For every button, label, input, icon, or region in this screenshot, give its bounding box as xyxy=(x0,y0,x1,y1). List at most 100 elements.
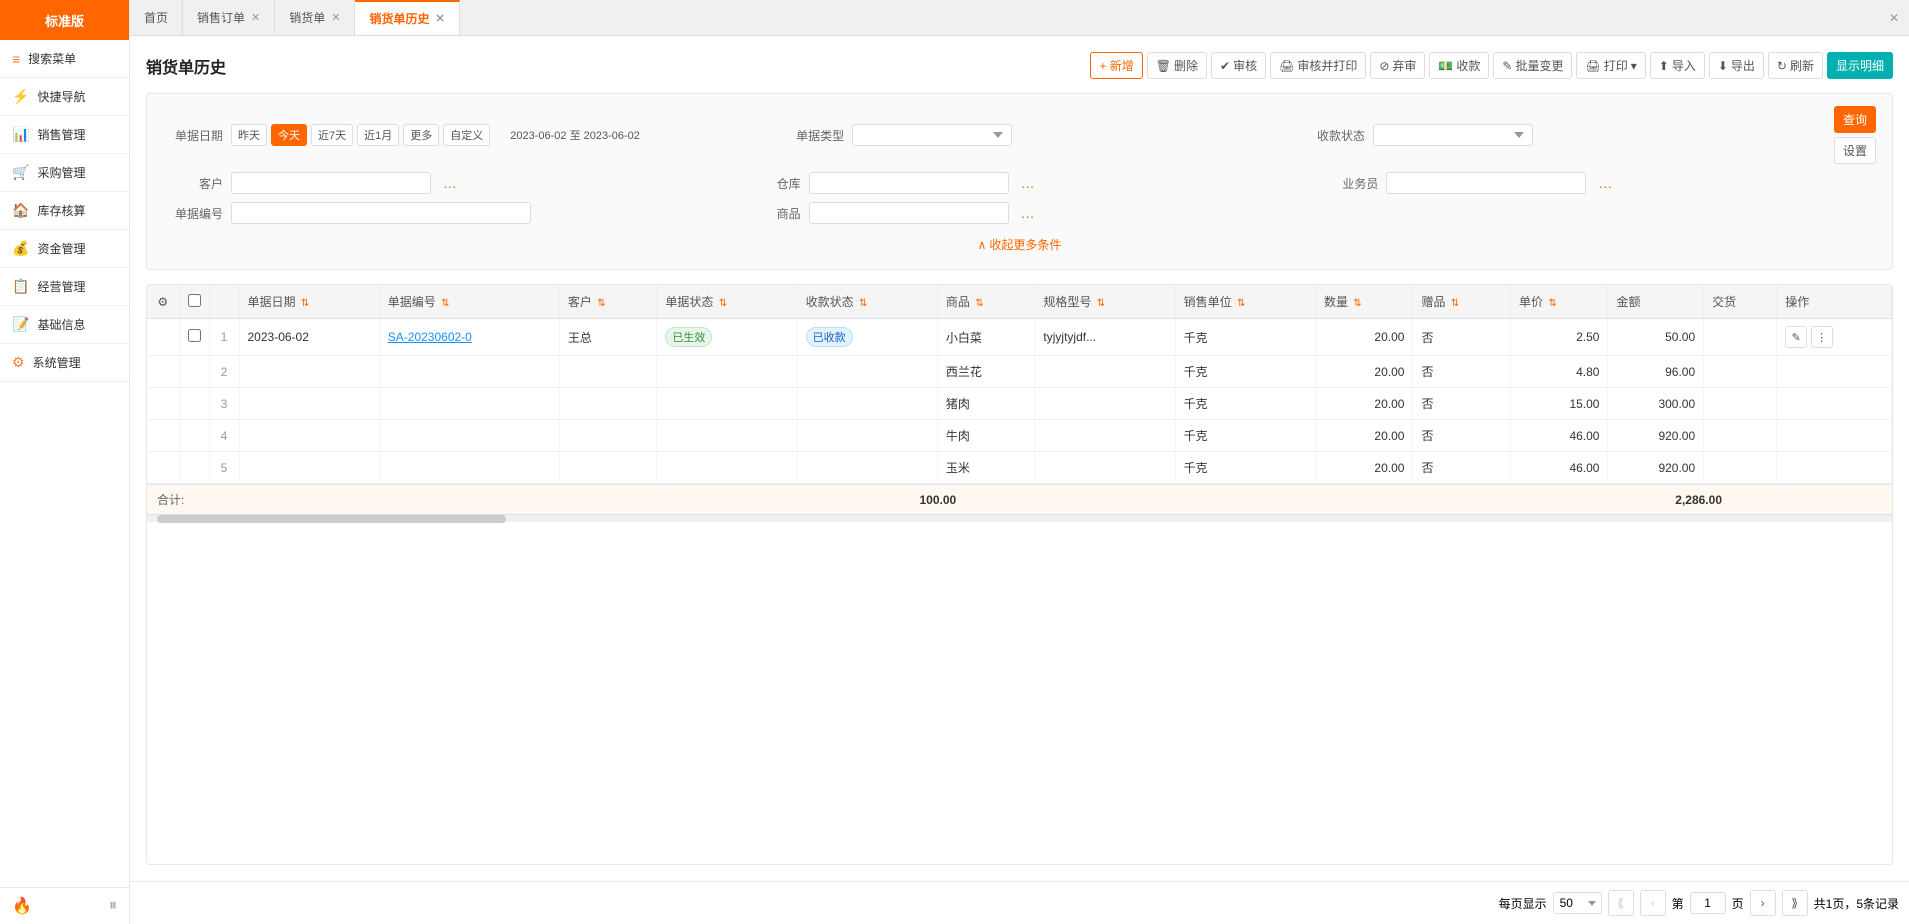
td-check[interactable] xyxy=(179,420,209,452)
shortcut-yesterday[interactable]: 昨天 xyxy=(231,124,267,146)
th-doc-no[interactable]: 单据编号 ⇅ xyxy=(379,285,559,319)
th-quantity[interactable]: 数量 ⇅ xyxy=(1315,285,1413,319)
sidebar-item-quick-nav[interactable]: ⚡ 快捷导航 xyxy=(0,78,129,116)
td-check[interactable] xyxy=(179,388,209,420)
filter-collect-status-select[interactable] xyxy=(1373,124,1533,146)
collect-button[interactable]: 💵 收款 xyxy=(1429,52,1489,79)
per-page-select[interactable]: 50 20 100 xyxy=(1553,892,1602,914)
goods-dots-icon[interactable]: … xyxy=(1021,205,1035,221)
audit-print-button[interactable]: 🖨 审核并打印 xyxy=(1270,52,1366,79)
shortcut-7days[interactable]: 近7天 xyxy=(311,124,353,146)
tab-bar-end[interactable]: ✕ xyxy=(1879,11,1909,25)
filter-warehouse-input[interactable] xyxy=(809,172,1009,194)
tab-close-icon[interactable]: ✕ xyxy=(331,11,340,24)
shortcut-custom[interactable]: 自定义 xyxy=(443,124,490,146)
row-checkbox[interactable] xyxy=(188,329,201,342)
th-check[interactable] xyxy=(179,285,209,319)
th-unit-price[interactable]: 单价 ⇅ xyxy=(1510,285,1608,319)
sidebar-collapse-icon[interactable]: 🔥 xyxy=(12,896,32,916)
filter-row-2: 客户 … 仓库 … 业务员 … xyxy=(163,172,1876,194)
batch-change-button[interactable]: ✎ 批量变更 xyxy=(1493,52,1572,79)
table-row: 1 2023-06-02 SA-20230602-0 王总 已生效 已收款 小白… xyxy=(147,319,1892,356)
filter-salesperson-input[interactable] xyxy=(1386,172,1586,194)
td-doc-status xyxy=(657,356,797,388)
tab-sales-goods[interactable]: 销货单 ✕ xyxy=(275,0,355,35)
sidebar-item-finance-mgmt[interactable]: 💰 资金管理 xyxy=(0,230,129,268)
sidebar-item-inventory[interactable]: 🏠 库存核算 xyxy=(0,192,129,230)
footer-total-amount: 2,286.00 xyxy=(1602,493,1722,507)
delete-button[interactable]: 🗑 删除 xyxy=(1147,52,1207,79)
th-doc-status[interactable]: 单据状态 ⇅ xyxy=(657,285,797,319)
sidebar-item-ops-mgmt[interactable]: 📋 经营管理 xyxy=(0,268,129,306)
import-button[interactable]: ⬆ 导入 xyxy=(1650,52,1705,79)
th-doc-date[interactable]: 单据日期 ⇅ xyxy=(239,285,379,319)
action-more-icon[interactable]: ⋮ xyxy=(1811,326,1833,348)
td-doc-no[interactable]: SA-20230602-0 xyxy=(379,319,559,356)
td-check[interactable] xyxy=(179,356,209,388)
filter-customer-item: 客户 … xyxy=(163,172,721,194)
query-button[interactable]: 查询 xyxy=(1834,106,1876,133)
td-doc-no[interactable] xyxy=(379,420,559,452)
filter-doc-type-select[interactable] xyxy=(852,124,1012,146)
collapse-filter-button[interactable]: ∧ 收起更多条件 xyxy=(163,232,1876,257)
page-prev-button[interactable]: ‹ xyxy=(1640,890,1666,916)
sidebar-item-sales-mgmt[interactable]: 📊 销售管理 xyxy=(0,116,129,154)
audit-button[interactable]: ✔ 审核 xyxy=(1211,52,1266,79)
sidebar-item-sys-mgmt[interactable]: ⚙ 系统管理 xyxy=(0,344,129,382)
tab-sales-history[interactable]: 销货单历史 ✕ xyxy=(355,0,459,35)
sidebar-item-search-menu[interactable]: ≡ 搜索菜单 xyxy=(0,40,129,78)
filter-goods-input[interactable] xyxy=(809,202,1009,224)
export-button[interactable]: ⬇ 导出 xyxy=(1709,52,1764,79)
sidebar-pause-icon[interactable]: ⏸ xyxy=(109,897,117,915)
page-first-button[interactable]: ⟪ xyxy=(1608,890,1634,916)
display-detail-button[interactable]: 显示明细 xyxy=(1827,52,1893,79)
tab-home[interactable]: 首页 xyxy=(130,0,183,35)
warehouse-dots-icon[interactable]: … xyxy=(1021,175,1035,191)
tab-sales-order[interactable]: 销售订单 ✕ xyxy=(183,0,275,35)
filter-docno-input[interactable] xyxy=(231,202,531,224)
th-settings[interactable]: ⚙ xyxy=(147,285,179,319)
salesperson-dots-icon[interactable]: … xyxy=(1598,175,1612,191)
td-customer: 王总 xyxy=(559,319,657,356)
tab-close-icon[interactable]: ✕ xyxy=(436,12,445,25)
page-last-button[interactable]: ⟫ xyxy=(1782,890,1808,916)
page-next-button[interactable]: › xyxy=(1750,890,1776,916)
td-doc-no[interactable] xyxy=(379,452,559,484)
settings-button[interactable]: 设置 xyxy=(1834,137,1876,164)
shortcut-today[interactable]: 今天 xyxy=(271,124,307,146)
td-check[interactable] xyxy=(179,319,209,356)
th-collect-status[interactable]: 收款状态 ⇅ xyxy=(797,285,937,319)
scrollbar-track[interactable] xyxy=(147,514,1892,522)
td-doc-no[interactable] xyxy=(379,388,559,420)
abandon-button[interactable]: ⊘ 弃审 xyxy=(1370,52,1425,79)
td-collect-status: 已收款 xyxy=(797,319,937,356)
th-spec-type[interactable]: 规格型号 ⇅ xyxy=(1035,285,1175,319)
filter-row-1: 单据日期 昨天 今天 近7天 近1月 更多 自定义 2023-06-02 至 2… xyxy=(163,106,1876,164)
shortcut-more[interactable]: 更多 xyxy=(403,124,439,146)
shortcut-1month[interactable]: 近1月 xyxy=(357,124,399,146)
td-goods: 玉米 xyxy=(937,452,1035,484)
print-button[interactable]: 🖨 打印 ▾ xyxy=(1576,52,1645,79)
page-title: 销货单历史 xyxy=(146,54,226,78)
action-edit-icon[interactable]: ✎ xyxy=(1785,326,1807,348)
customer-dots-icon[interactable]: … xyxy=(443,175,457,191)
footer-total-quantity: 100.00 xyxy=(836,493,956,507)
filter-customer-input[interactable] xyxy=(231,172,431,194)
td-check[interactable] xyxy=(179,452,209,484)
select-all-checkbox[interactable] xyxy=(188,294,201,307)
tab-close-icon[interactable]: ✕ xyxy=(251,11,260,24)
new-button[interactable]: + 新增 xyxy=(1090,52,1142,79)
th-customer[interactable]: 客户 ⇅ xyxy=(559,285,657,319)
td-doc-no[interactable] xyxy=(379,356,559,388)
finance-mgmt-icon: 💰 xyxy=(12,240,29,257)
scrollbar-thumb[interactable] xyxy=(157,515,506,523)
sidebar-item-basic-info[interactable]: 📝 基础信息 xyxy=(0,306,129,344)
sidebar-item-purchase-mgmt[interactable]: 🛒 采购管理 xyxy=(0,154,129,192)
filter-warehouse-item: 仓库 … xyxy=(741,172,1299,194)
refresh-button[interactable]: ↻ 刷新 xyxy=(1768,52,1823,79)
th-goods[interactable]: 商品 ⇅ xyxy=(937,285,1035,319)
page-number-input[interactable] xyxy=(1690,892,1726,914)
th-gift[interactable]: 赠品 ⇅ xyxy=(1413,285,1511,319)
th-sales-unit[interactable]: 销售单位 ⇅ xyxy=(1175,285,1315,319)
tab-label: 销货单 xyxy=(289,9,325,26)
